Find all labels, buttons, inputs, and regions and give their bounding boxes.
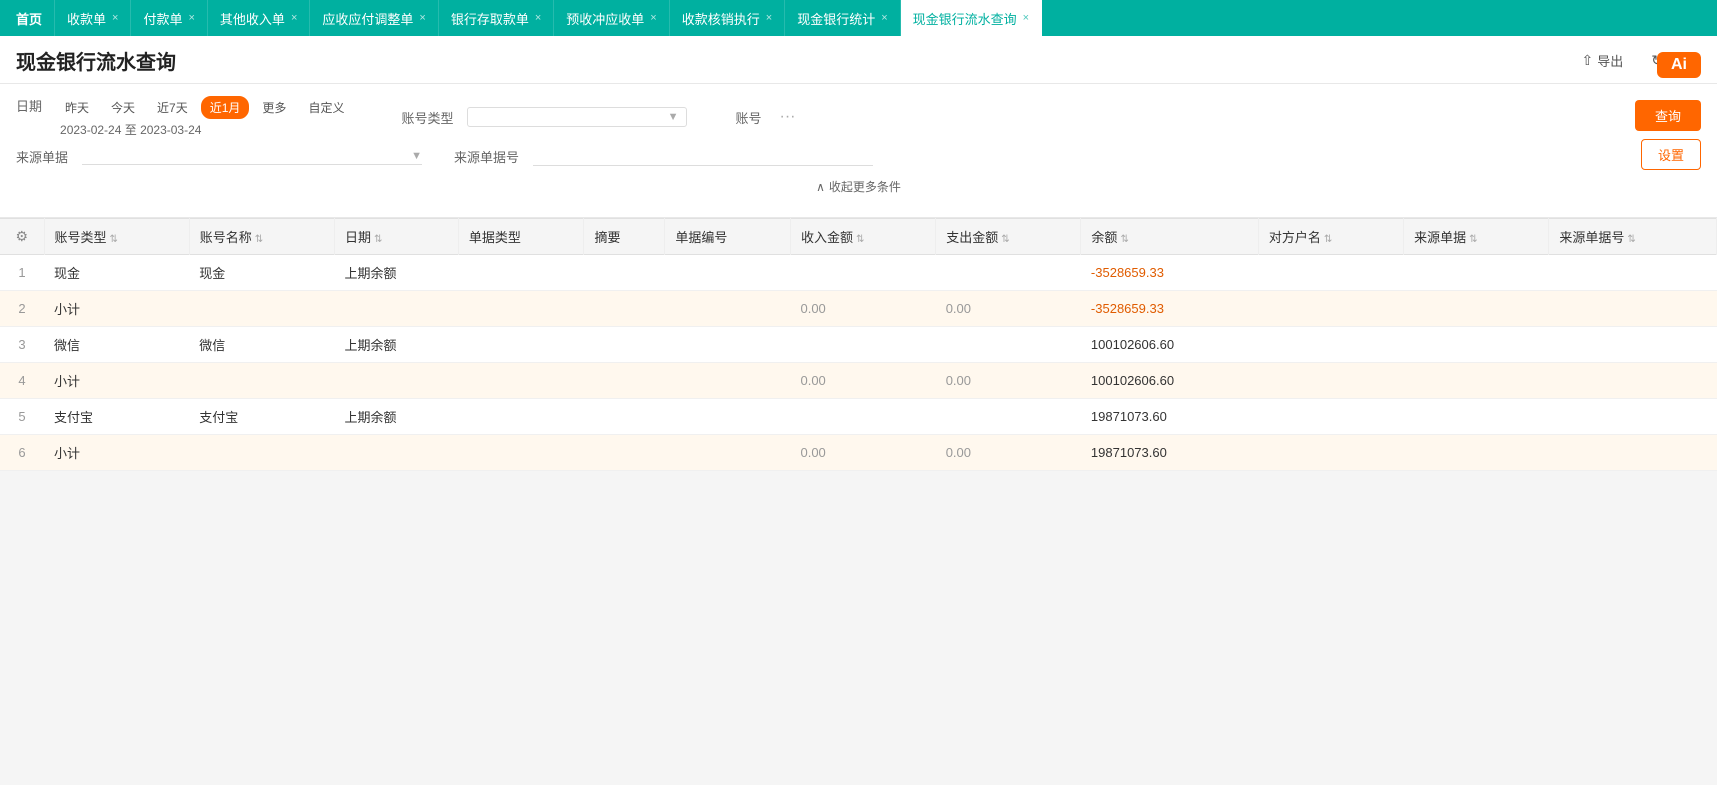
sort-icon: ⇅ bbox=[1627, 234, 1635, 245]
close-icon[interactable]: × bbox=[291, 12, 297, 24]
top-navigation: 首页 收款单 × 付款单 × 其他收入单 × 应收应付调整单 × 银行存取款单 … bbox=[0, 0, 1717, 36]
date-opt-custom[interactable]: 自定义 bbox=[299, 96, 353, 119]
th-balance[interactable]: 余额⇅ bbox=[1081, 219, 1258, 255]
account-dots[interactable]: ··· bbox=[779, 108, 795, 126]
date-opt-today[interactable]: 今天 bbox=[102, 96, 144, 119]
table-row[interactable]: 5支付宝支付宝上期余额19871073.60 bbox=[0, 399, 1717, 435]
source-doc-number-label: 来源单据号 bbox=[454, 147, 519, 166]
source-doc-select[interactable]: ▼ bbox=[82, 148, 422, 165]
date-opt-1month[interactable]: 近1月 bbox=[201, 96, 250, 119]
data-table: ⚙ 账号类型⇅ 账号名称⇅ 日期⇅ 单据类型 摘要 单据编号 收入金额⇅ bbox=[0, 218, 1717, 471]
settings-button[interactable]: 设置 bbox=[1641, 139, 1701, 170]
sort-icon: ⇅ bbox=[1469, 234, 1477, 245]
collapse-button[interactable]: ∧ 收起更多条件 bbox=[800, 174, 917, 199]
table-row[interactable]: 6小计0.000.0019871073.60 bbox=[0, 435, 1717, 471]
close-icon[interactable]: × bbox=[112, 12, 118, 24]
sort-icon: ⇅ bbox=[1001, 234, 1009, 245]
sort-icon: ⇅ bbox=[110, 234, 118, 245]
sort-icon: ⇅ bbox=[1120, 234, 1128, 245]
close-icon[interactable]: × bbox=[881, 12, 887, 24]
filter-area: 日期 昨天 今天 近7天 近1月 更多 自定义 2023-02-24 至 202… bbox=[0, 84, 1717, 218]
th-account-name[interactable]: 账号名称⇅ bbox=[189, 219, 334, 255]
th-account-type[interactable]: 账号类型⇅ bbox=[44, 219, 189, 255]
date-opt-more[interactable]: 更多 bbox=[253, 96, 295, 119]
source-row: 来源单据 ▼ 来源单据号 bbox=[16, 146, 1619, 166]
close-icon[interactable]: × bbox=[535, 12, 541, 24]
date-opt-yesterday[interactable]: 昨天 bbox=[56, 96, 98, 119]
nav-item-home[interactable]: 首页 bbox=[4, 0, 55, 36]
date-label: 日期 bbox=[16, 96, 42, 115]
table-container: ⚙ 账号类型⇅ 账号名称⇅ 日期⇅ 单据类型 摘要 单据编号 收入金额⇅ bbox=[0, 218, 1717, 471]
page-title: 现金银行流水查询 bbox=[16, 46, 176, 75]
close-icon[interactable]: × bbox=[766, 12, 772, 24]
nav-item-prepay[interactable]: 预收冲应收单 × bbox=[554, 0, 669, 36]
chevron-down-icon: ▼ bbox=[411, 150, 422, 162]
source-doc-label: 来源单据 bbox=[16, 147, 68, 166]
page-title-bar: 现金银行流水查询 ⇧ 导出 ↻ 刷新 bbox=[0, 36, 1717, 84]
table-row[interactable]: 2小计0.000.00-3528659.33 bbox=[0, 291, 1717, 327]
th-date[interactable]: 日期⇅ bbox=[334, 219, 458, 255]
close-icon[interactable]: × bbox=[419, 12, 425, 24]
nav-item-receipt[interactable]: 收款单 × bbox=[55, 0, 131, 36]
account-type-select[interactable]: ▼ bbox=[467, 107, 687, 127]
sort-icon: ⇅ bbox=[1324, 234, 1332, 245]
close-icon[interactable]: × bbox=[188, 12, 194, 24]
query-button[interactable]: 查询 bbox=[1635, 100, 1701, 131]
th-doc-type: 单据类型 bbox=[458, 219, 584, 255]
th-source-doc[interactable]: 来源单据⇅ bbox=[1404, 219, 1549, 255]
close-icon[interactable]: × bbox=[650, 12, 656, 24]
close-icon[interactable]: × bbox=[1023, 12, 1029, 24]
nav-item-cash-stat[interactable]: 现金银行统计 × bbox=[785, 0, 900, 36]
account-label: 账号 bbox=[735, 108, 761, 127]
account-type-label: 账号类型 bbox=[401, 108, 453, 127]
th-gear[interactable]: ⚙ bbox=[0, 219, 44, 255]
th-summary: 摘要 bbox=[584, 219, 665, 255]
collapse-row: ∧ 收起更多条件 bbox=[16, 170, 1701, 205]
nav-item-cash-flow[interactable]: 现金银行流水查询 × bbox=[901, 0, 1042, 36]
th-counterpart[interactable]: 对方户名⇅ bbox=[1258, 219, 1403, 255]
chevron-down-icon: ▼ bbox=[668, 111, 679, 123]
source-doc-number-input[interactable] bbox=[533, 146, 873, 166]
th-expense[interactable]: 支出金额⇅ bbox=[936, 219, 1081, 255]
nav-item-other-income[interactable]: 其他收入单 × bbox=[208, 0, 310, 36]
table-row[interactable]: 1现金现金上期余额-3528659.33 bbox=[0, 255, 1717, 291]
chevron-up-icon: ∧ bbox=[816, 180, 825, 194]
th-income[interactable]: 收入金额⇅ bbox=[790, 219, 935, 255]
export-button[interactable]: ⇧ 导出 bbox=[1574, 47, 1632, 74]
date-options: 昨天 今天 近7天 近1月 更多 自定义 bbox=[56, 96, 353, 119]
th-doc-number: 单据编号 bbox=[665, 219, 791, 255]
date-range: 2023-02-24 至 2023-03-24 bbox=[60, 121, 353, 138]
date-opt-7days[interactable]: 近7天 bbox=[148, 96, 197, 119]
right-buttons: 查询 设置 bbox=[1635, 100, 1701, 170]
table-header-row: ⚙ 账号类型⇅ 账号名称⇅ 日期⇅ 单据类型 摘要 单据编号 收入金额⇅ bbox=[0, 219, 1717, 255]
nav-item-writeoff[interactable]: 收款核销执行 × bbox=[670, 0, 785, 36]
ai-button[interactable]: Ai bbox=[1657, 52, 1701, 78]
sort-icon: ⇅ bbox=[255, 234, 263, 245]
nav-item-ar-ap-adjust[interactable]: 应收应付调整单 × bbox=[310, 0, 438, 36]
sort-icon: ⇅ bbox=[856, 234, 864, 245]
th-source-doc-no[interactable]: 来源单据号⇅ bbox=[1549, 219, 1717, 255]
table-row[interactable]: 4小计0.000.00100102606.60 bbox=[0, 363, 1717, 399]
sort-icon: ⇅ bbox=[374, 234, 382, 245]
gear-icon[interactable]: ⚙ bbox=[15, 228, 28, 245]
nav-item-payment[interactable]: 付款单 × bbox=[131, 0, 207, 36]
nav-item-bank-deposit[interactable]: 银行存取款单 × bbox=[439, 0, 554, 36]
table-row[interactable]: 3微信微信上期余额100102606.60 bbox=[0, 327, 1717, 363]
export-icon: ⇧ bbox=[1582, 52, 1594, 69]
